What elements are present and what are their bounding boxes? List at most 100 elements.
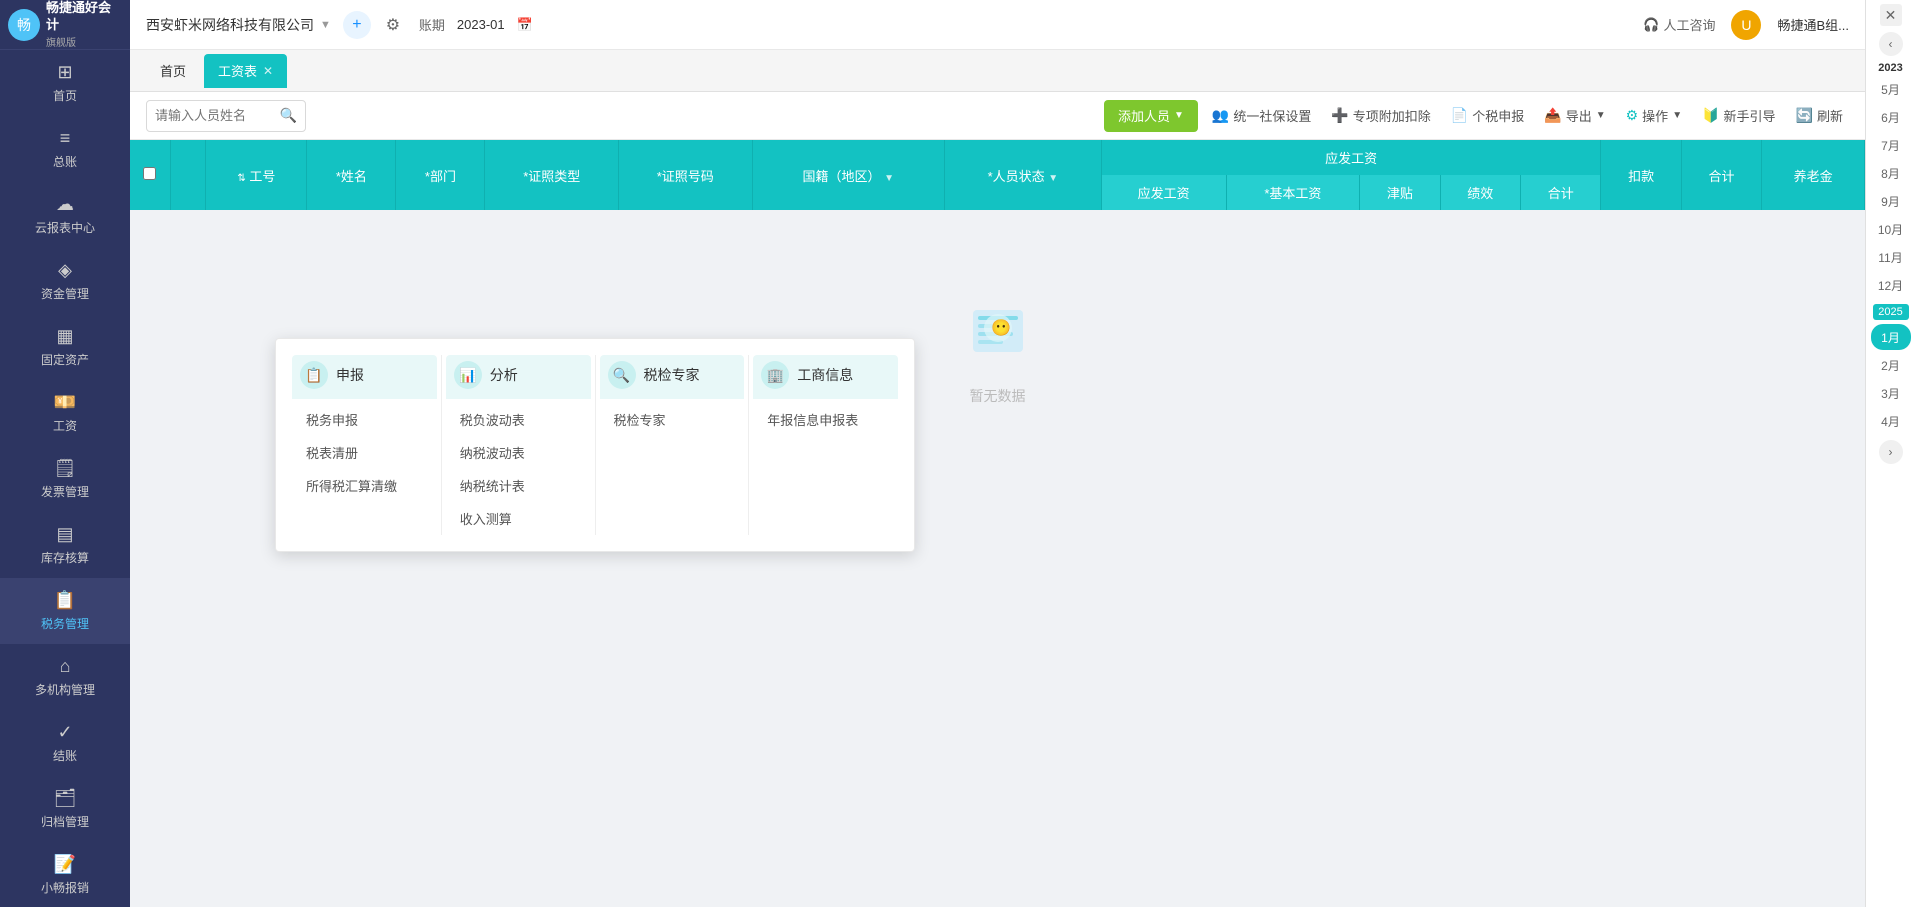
income-forecast-item[interactable]: 收入测算 (446, 502, 591, 535)
export-action[interactable]: 📤 导出 ▼ (1538, 102, 1611, 129)
month-1[interactable]: 1月 (1871, 324, 1911, 350)
month-12[interactable]: 12月 (1871, 272, 1911, 298)
th-employee-id (170, 140, 206, 210)
status-filter-icon[interactable]: ▼ (884, 173, 894, 184)
sidebar-item-period[interactable]: ✓ 结账 (0, 710, 130, 776)
tab-home[interactable]: 首页 (146, 54, 200, 88)
th-total: 扣款 (1601, 140, 1681, 210)
funds-icon: ◈ (58, 260, 72, 281)
home-icon: ⊞ (57, 62, 72, 83)
sidebar-item-home[interactable]: ⊞ 首页 (0, 50, 130, 116)
logo-text: 畅捷通好会计 (46, 0, 122, 34)
guide-action[interactable]: 🔰 新手引导 (1696, 102, 1781, 129)
special-deduction-action[interactable]: ➕ 专项附加扣除 (1325, 102, 1436, 129)
customer-service-button[interactable]: 🎧 人工咨询 (1643, 15, 1715, 34)
tax-payment-item[interactable]: 纳税波动表 (446, 436, 591, 469)
sidebar-nav: ⊞ 首页 ≡ 总账 ☁ 云报表中心 ◈ 资金管理 ▦ 固定资产 💴 工资 🗒 发… (0, 50, 130, 907)
topbar: 西安虾米网络科技有限公司 ▼ + ⚙ 账期 2023-01 📅 🎧 人工咨询 U… (130, 0, 1865, 50)
analysis-icon: 📊 (454, 361, 482, 389)
search-box[interactable]: 🔍 (146, 100, 306, 132)
sidebar-item-xiao[interactable]: 📝 小畅报销 (0, 842, 130, 907)
sidebar-item-label: 结账 (53, 747, 77, 764)
settings-button[interactable]: ⚙ (379, 11, 407, 39)
tax-return-icon: 📄 (1451, 107, 1468, 124)
sidebar-item-assets[interactable]: ▦ 固定资产 (0, 314, 130, 380)
tax-statistics-item[interactable]: 纳税统计表 (446, 469, 591, 502)
month-6[interactable]: 6月 (1871, 104, 1911, 130)
sidebar-item-archive[interactable]: 🗂 归档管理 (0, 776, 130, 842)
month-2[interactable]: 2月 (1871, 352, 1911, 378)
refresh-action[interactable]: 🔄 刷新 (1790, 102, 1849, 129)
company-selector[interactable]: 西安虾米网络科技有限公司 ▼ (146, 15, 331, 35)
month-7[interactable]: 7月 (1871, 132, 1911, 158)
ledger-icon: ≡ (60, 128, 71, 149)
sidebar-item-label: 云报表中心 (35, 219, 95, 236)
income-tax-item[interactable]: 所得税汇算清缴 (292, 469, 437, 502)
user-name: 畅捷通B组... (1777, 15, 1849, 34)
social-insurance-icon: 👥 (1212, 107, 1229, 124)
prev-year-button[interactable]: ‹ (1879, 32, 1903, 56)
tab-salary-label: 工资表 (218, 61, 257, 80)
svg-text:😶: 😶 (991, 319, 1011, 337)
sidebar-item-label: 多机构管理 (35, 681, 95, 698)
tab-close-icon[interactable]: ✕ (263, 64, 273, 78)
operation-dropdown-arrow: ▼ (1672, 110, 1682, 121)
search-input[interactable] (155, 108, 280, 123)
toolbar-right: 添加人员 ▼ 👥 统一社保设置 ➕ 专项附加扣除 📄 个税申报 📤 导出 ▼ (1104, 100, 1849, 132)
export-icon: 📤 (1544, 107, 1561, 124)
year-badge: 2025 (1873, 304, 1909, 320)
sidebar-item-inventory[interactable]: ▤ 库存核算 (0, 512, 130, 578)
operation-action[interactable]: ⚙ 操作 ▼ (1620, 102, 1688, 129)
tab-salary-table[interactable]: 工资表 ✕ (204, 54, 287, 88)
sidebar-item-salary[interactable]: 💴 工资 (0, 380, 130, 446)
sidebar-item-tax[interactable]: 📋 税务管理 (0, 578, 130, 644)
add-company-button[interactable]: + (343, 11, 371, 39)
add-person-button[interactable]: 添加人员 ▼ (1104, 100, 1198, 132)
year-header: 2023 (1876, 60, 1904, 76)
sidebar-item-ledger[interactable]: ≡ 总账 (0, 116, 130, 182)
month-5[interactable]: 5月 (1871, 76, 1911, 102)
user-avatar: U (1731, 10, 1761, 40)
sidebar-item-label: 发票管理 (41, 483, 89, 500)
report-filter-icon[interactable]: ▼ (1048, 173, 1058, 184)
month-9[interactable]: 9月 (1871, 188, 1911, 214)
sidebar-item-cloud[interactable]: ☁ 云报表中心 (0, 182, 130, 248)
calendar-icon[interactable]: 📅 (517, 17, 533, 33)
month-11[interactable]: 11月 (1871, 244, 1911, 270)
operation-label: 操作 (1642, 106, 1668, 125)
export-dropdown-arrow: ▼ (1596, 110, 1606, 121)
month-10[interactable]: 10月 (1871, 216, 1911, 242)
social-insurance-action[interactable]: 👥 统一社保设置 (1206, 102, 1317, 129)
empty-icon: 😶 (958, 290, 1038, 370)
month-3[interactable]: 3月 (1871, 380, 1911, 406)
th-should-pay-group: 应发工资 (1101, 140, 1601, 175)
annual-report-item[interactable]: 年报信息申报表 (753, 403, 898, 436)
archive-icon: 🗂 (54, 788, 77, 809)
business-info-col: 🏢 工商信息 年报信息申报表 (753, 355, 898, 535)
sidebar-item-funds[interactable]: ◈ 资金管理 (0, 248, 130, 314)
period-label: 账期 (419, 15, 445, 34)
refresh-icon: 🔄 (1796, 107, 1813, 124)
tax-form-item[interactable]: 税表清册 (292, 436, 437, 469)
expert-item[interactable]: 税检专家 (600, 403, 745, 436)
th-operation: 养老金 (1762, 140, 1865, 210)
th-basic-salary: 应发工资 (1101, 175, 1226, 210)
month-8[interactable]: 8月 (1871, 160, 1911, 186)
month-4[interactable]: 4月 (1871, 408, 1911, 434)
select-all-checkbox[interactable] (143, 167, 156, 180)
guide-label: 新手引导 (1724, 106, 1776, 125)
sidebar-item-label: 首页 (53, 87, 77, 104)
th-name: ⇅ 工号 (206, 140, 307, 210)
tax-return-action[interactable]: 📄 个税申报 (1445, 102, 1530, 129)
next-year-button[interactable]: › (1879, 440, 1903, 464)
tax-burden-item[interactable]: 税负波动表 (446, 403, 591, 436)
refresh-label: 刷新 (1817, 106, 1843, 125)
sidebar-item-multi[interactable]: ⌂ 多机构管理 (0, 644, 130, 710)
right-panel-close-button[interactable]: ✕ (1880, 4, 1902, 26)
table-container: ⇅ 工号 *姓名 *部门 *证照类型 *证照号码 国籍（地区） ▼ *人员状态 … (130, 140, 1865, 907)
cloud-icon: ☁ (56, 194, 74, 215)
th-checkbox[interactable] (130, 140, 170, 210)
sidebar-item-invoice[interactable]: 🗒 发票管理 (0, 446, 130, 512)
right-panel: ✕ ‹ 2023 5月 6月 7月 8月 9月 10月 11月 12月 2025… (1865, 0, 1915, 907)
tax-declaration-item[interactable]: 税务申报 (292, 403, 437, 436)
